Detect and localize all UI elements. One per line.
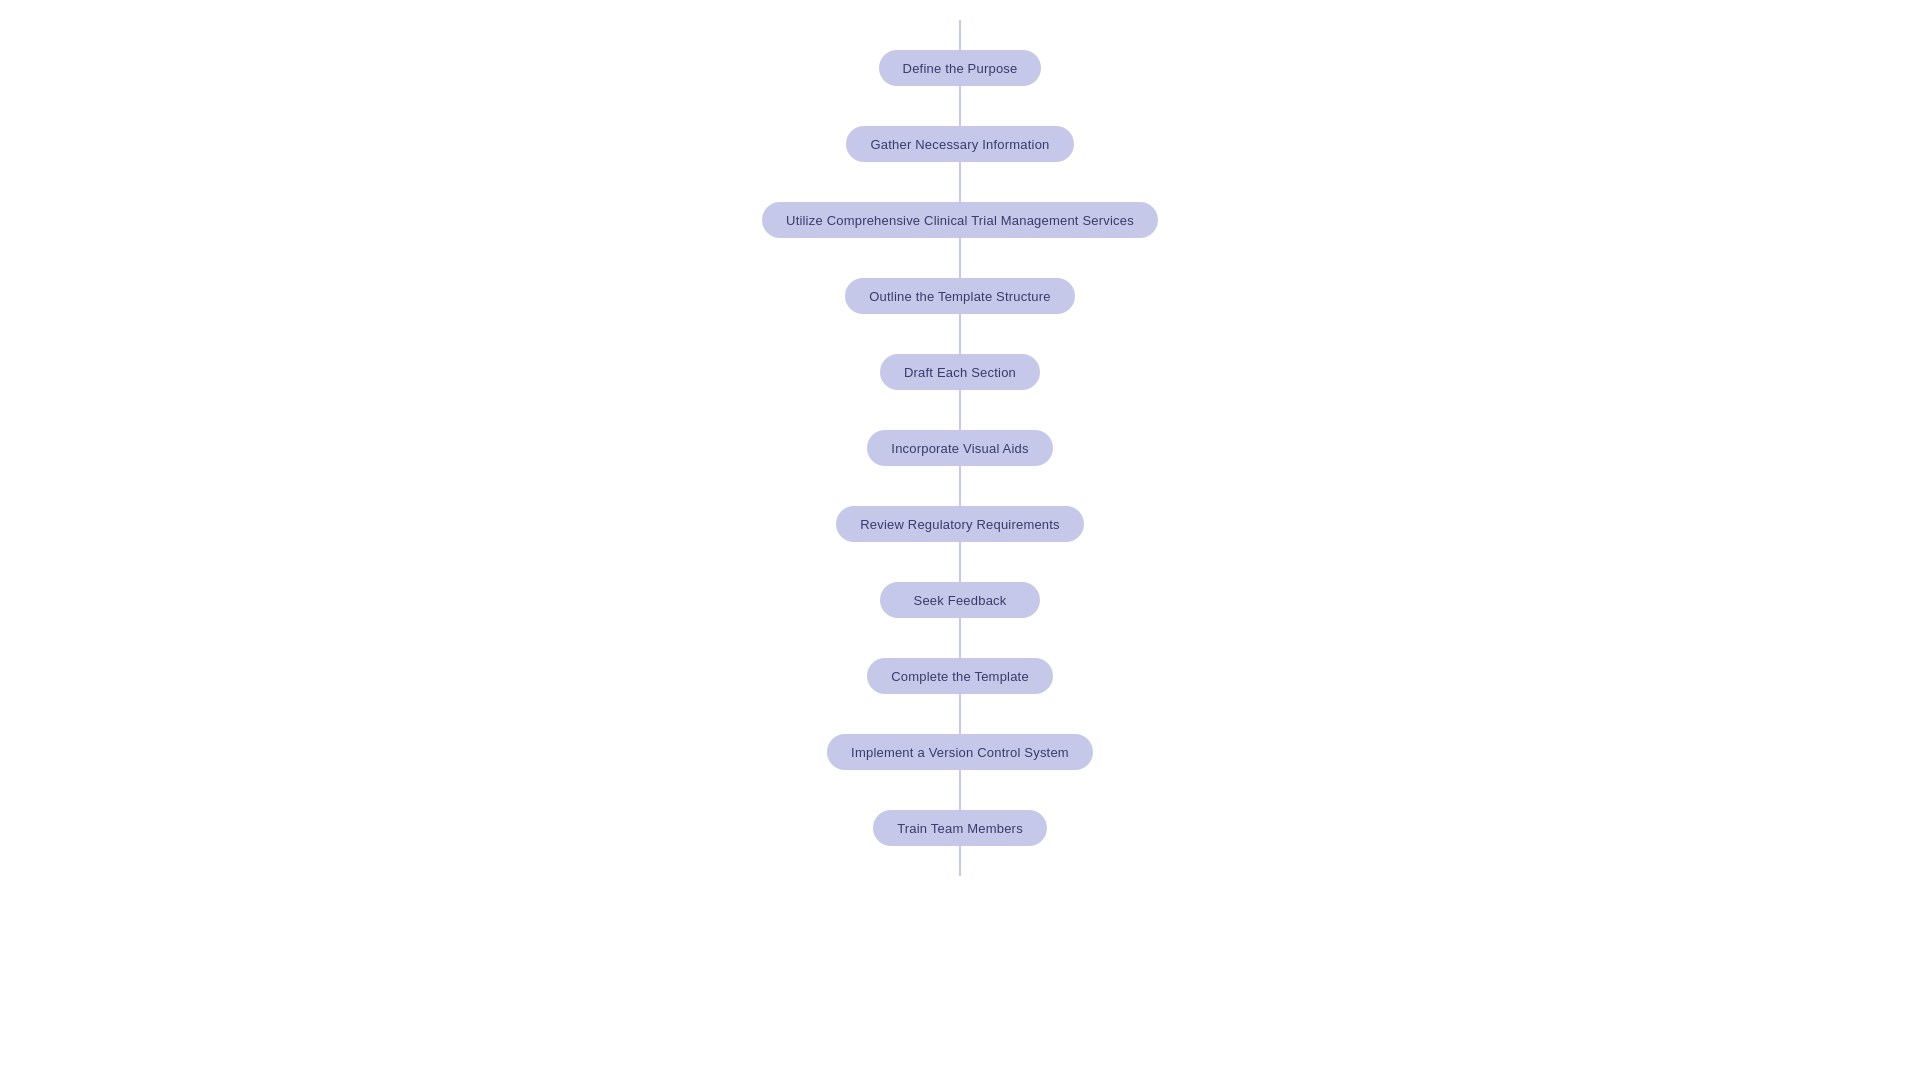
connector-3: [959, 238, 961, 278]
connector-5: [959, 390, 961, 430]
connector-6: [959, 466, 961, 506]
node-complete-template: Complete the Template: [867, 658, 1053, 694]
connector-2: [959, 162, 961, 202]
node-draft-sections: Draft Each Section: [880, 354, 1040, 390]
node-gather-info: Gather Necessary Information: [846, 126, 1073, 162]
flowchart: Define the Purpose Gather Necessary Info…: [0, 20, 1920, 876]
node-utilize-services: Utilize Comprehensive Clinical Trial Man…: [762, 202, 1158, 238]
node-implement-version: Implement a Version Control System: [827, 734, 1093, 770]
node-train-members: Train Team Members: [873, 810, 1047, 846]
connector-8: [959, 618, 961, 658]
connector-7: [959, 542, 961, 582]
node-incorporate-visuals: Incorporate Visual Aids: [867, 430, 1052, 466]
node-define-purpose: Define the Purpose: [879, 50, 1042, 86]
connector-4: [959, 314, 961, 354]
connector-end: [959, 846, 961, 876]
node-review-regulatory: Review Regulatory Requirements: [836, 506, 1084, 542]
connector-0: [959, 20, 961, 50]
connector-10: [959, 770, 961, 810]
connector-1: [959, 86, 961, 126]
connector-9: [959, 694, 961, 734]
node-outline-structure: Outline the Template Structure: [845, 278, 1074, 314]
node-seek-feedback: Seek Feedback: [880, 582, 1040, 618]
